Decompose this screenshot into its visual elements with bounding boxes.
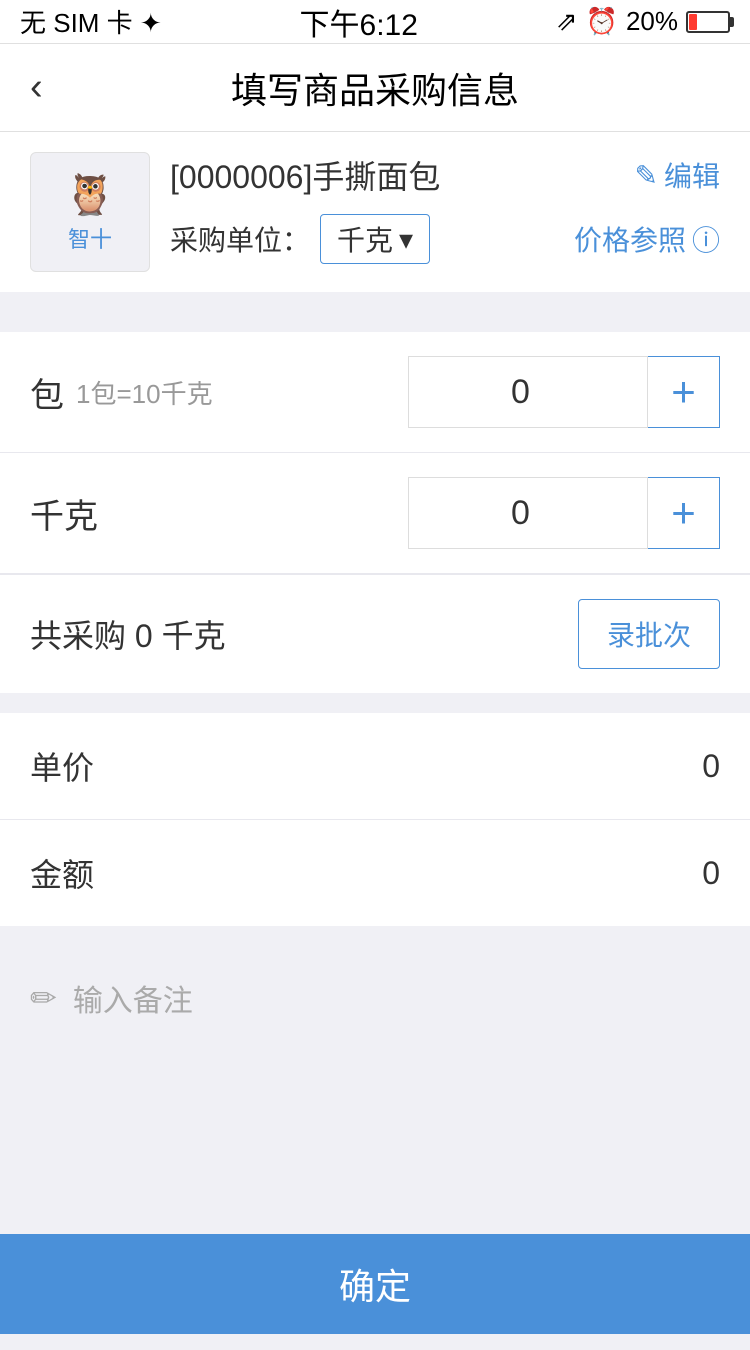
confirm-button[interactable]: 确定 [0, 1234, 750, 1334]
record-batch-button[interactable]: 录批次 [578, 599, 720, 669]
unit-price-value: 0 [702, 748, 720, 785]
battery-icon [686, 11, 730, 33]
battery-percent: 20% [626, 6, 678, 37]
price-ref-label: 价格参照 [574, 219, 686, 259]
price-row-total: 金额 0 [0, 820, 750, 926]
status-time: 下午6:12 [300, 0, 418, 44]
total-prefix: 共采购 [30, 618, 126, 654]
divider-1 [0, 312, 750, 332]
qty-unit-bao: 包 [30, 368, 64, 417]
main-content: 🦉 智十 [0000006]手撕面包 ✎ 编辑 采购单位： 千克 ▾ [0, 132, 750, 1350]
back-button[interactable]: ‹ [30, 66, 43, 109]
total-price-label: 金额 [30, 850, 94, 896]
qty-input-group-bao: + [408, 356, 720, 428]
unit-row: 采购单位： 千克 ▾ [170, 214, 430, 264]
total-price-value: 0 [702, 855, 720, 892]
location-icon: ⇗ [556, 6, 578, 37]
qty-plus-kg[interactable]: + [648, 477, 720, 549]
product-info-row1: [0000006]手撕面包 ✎ 编辑 [170, 152, 720, 198]
pencil-icon: ✏ [30, 979, 57, 1017]
total-unit: 千克 [162, 618, 226, 654]
qty-input-group-kg: + [408, 477, 720, 549]
alarm-icon: ⏰ [586, 6, 618, 37]
quantity-section: 包 1包=10千克 + 千克 + 共采购 0 千克 [0, 332, 750, 693]
product-name: [0000006]手撕面包 [170, 152, 440, 198]
edit-label: 编辑 [664, 155, 720, 195]
status-right: ⇗ ⏰ 20% [556, 6, 730, 37]
notes-section[interactable]: ✏ 输入备注 [0, 946, 750, 1050]
product-image: 🦉 智十 [30, 152, 150, 272]
product-image-label: 智十 [68, 222, 112, 254]
qty-plus-bao[interactable]: + [648, 356, 720, 428]
product-info: [0000006]手撕面包 ✎ 编辑 采购单位： 千克 ▾ 价格参照 ⓘ [170, 152, 720, 264]
product-section: 🦉 智十 [0000006]手撕面包 ✎ 编辑 采购单位： 千克 ▾ [0, 132, 750, 292]
unit-price-label: 单价 [30, 743, 94, 789]
product-owl-icon: 🦉 [65, 171, 115, 218]
edit-button[interactable]: ✎ 编辑 [635, 155, 720, 195]
total-label: 共采购 0 千克 [30, 611, 226, 657]
unit-select[interactable]: 千克 ▾ [320, 214, 430, 264]
total-value: 0 [135, 618, 162, 654]
divider-2 [0, 693, 750, 713]
qty-label-kg: 千克 [30, 489, 98, 538]
qty-label-bao: 包 1包=10千克 [30, 368, 213, 417]
edit-icon: ✎ [635, 159, 658, 192]
status-left: 无 SIM 卡 ✦ [20, 3, 162, 40]
qty-input-kg[interactable] [408, 477, 648, 549]
page-title: 填写商品采购信息 [231, 62, 519, 114]
status-bar: 无 SIM 卡 ✦ 下午6:12 ⇗ ⏰ 20% [0, 0, 750, 44]
unit-label: 采购单位： [170, 219, 310, 259]
price-row-unit: 单价 0 [0, 713, 750, 820]
qty-input-bao[interactable] [408, 356, 648, 428]
qty-row-bao: 包 1包=10千克 + [0, 332, 750, 453]
price-section: 单价 0 金额 0 [0, 713, 750, 926]
no-sim-text: 无 SIM 卡 ✦ [20, 3, 162, 40]
info-icon: ⓘ [692, 219, 720, 259]
chevron-down-icon: ▾ [399, 223, 413, 256]
bottom-empty-area [0, 1050, 750, 1250]
unit-value: 千克 [337, 219, 393, 259]
total-row: 共采购 0 千克 录批次 [0, 574, 750, 693]
notes-placeholder: 输入备注 [73, 976, 193, 1020]
qty-sub-bao: 1包=10千克 [76, 374, 213, 411]
nav-bar: ‹ 填写商品采购信息 [0, 44, 750, 132]
qty-row-kg: 千克 + [0, 453, 750, 574]
qty-unit-kg: 千克 [30, 489, 98, 538]
product-info-row2: 采购单位： 千克 ▾ 价格参照 ⓘ [170, 214, 720, 264]
price-ref-button[interactable]: 价格参照 ⓘ [574, 219, 720, 259]
